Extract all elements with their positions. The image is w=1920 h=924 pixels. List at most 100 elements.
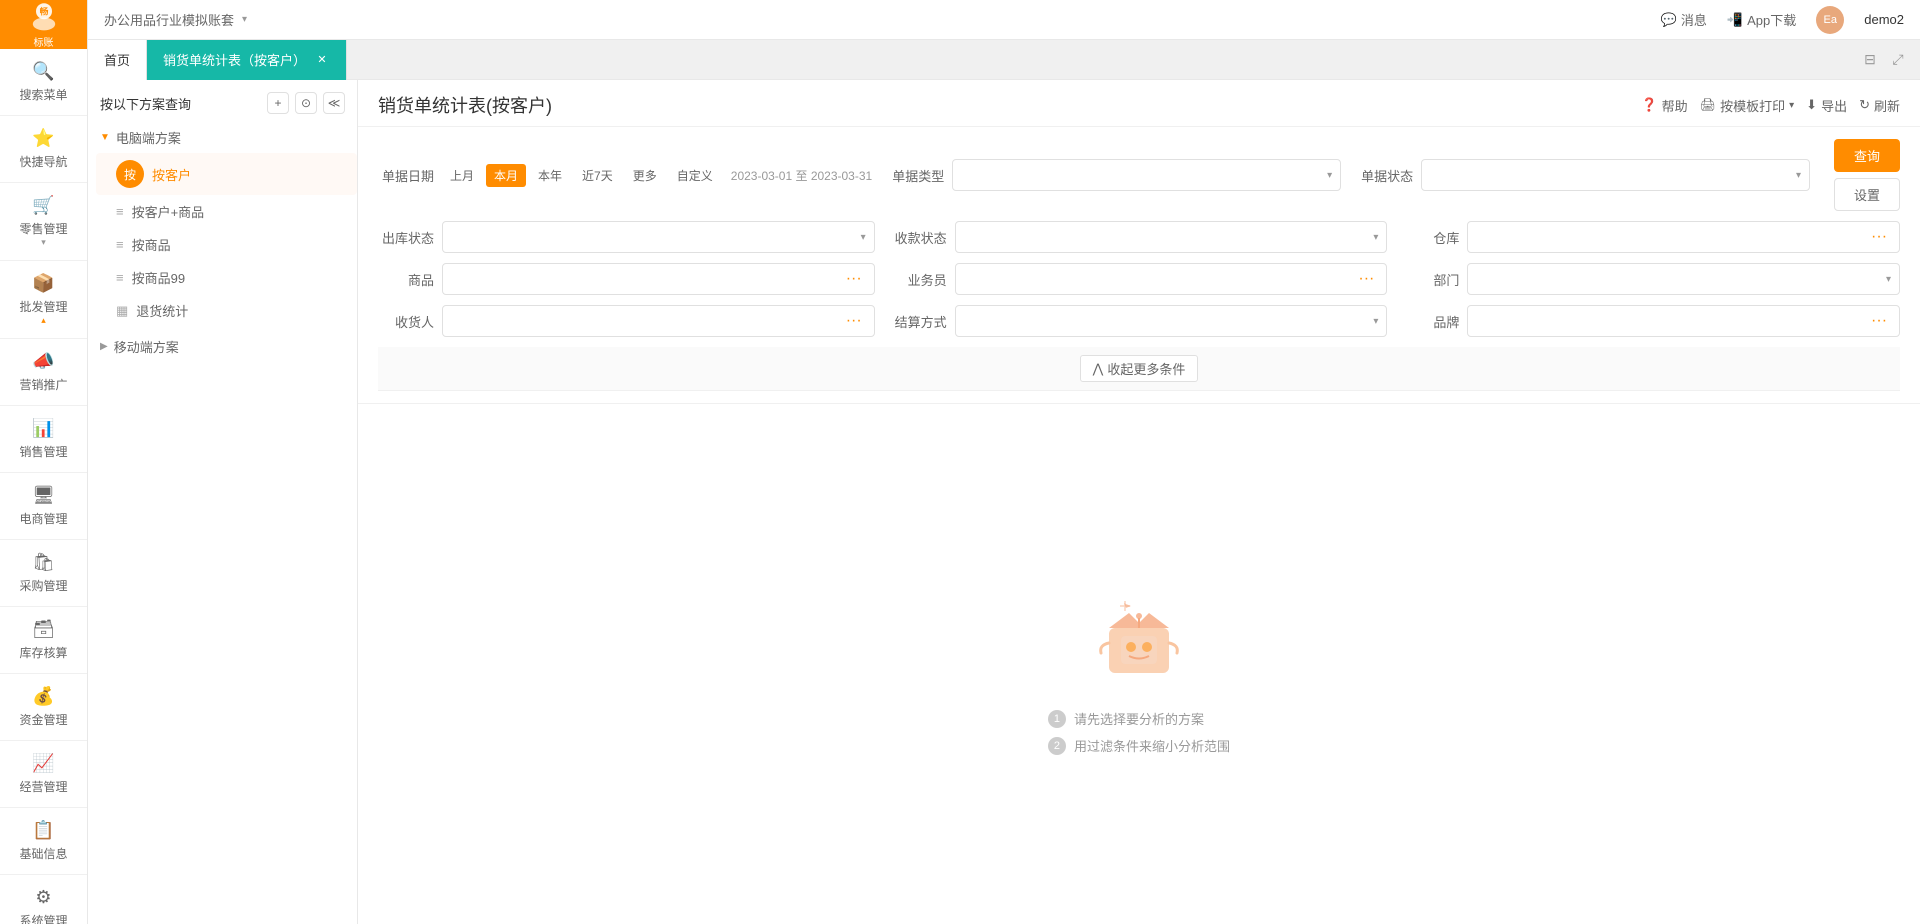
sidebar-item-inventory[interactable]: 🗃 库存核算 [0,607,88,674]
refresh-icon: ↻ [1859,97,1870,113]
minimize-button[interactable]: ⊟ [1860,50,1880,70]
sidebar-item-retail[interactable]: 🛒 零售管理 ▾ [0,183,88,261]
payment-method-select[interactable]: ▾ [955,305,1388,337]
sidebar-item-ecommerce[interactable]: 🖥 电商管理 [0,473,88,540]
sidebar-item-label-system: 系统管理 [19,912,67,924]
left-panel-actions: + ⊙ ≪ [267,92,345,114]
scheme-item-by-customer[interactable]: 按 按客户 [96,153,357,195]
empty-svg [1079,573,1199,693]
section-mobile-toggle[interactable]: ▶ 移动端方案 [88,331,357,362]
tab-home[interactable]: 首页 [88,40,147,80]
sidebar: 畅 标账 🔍 搜索菜单 ⭐ 快捷导航 🛒 零售管理 ▾ 📦 批发管理 ▴ 📣 营… [0,0,88,924]
brand-select[interactable]: ··· [1467,305,1900,337]
filter-row-1: 单据日期 上月 本月 本年 近7天 更多 自定义 2023-03-01 至 20… [378,139,1900,211]
export-icon: ⬇ [1806,97,1817,113]
scheme-settings-button[interactable]: ⊙ [295,92,317,114]
goods-dots[interactable]: ··· [842,270,866,288]
doc-type-select[interactable]: ▾ [952,159,1341,191]
sidebar-item-system[interactable]: ⚙ 系统管理 [0,875,88,924]
message-button[interactable]: 💬 消息 [1661,10,1707,29]
salesperson-select[interactable]: ··· [955,263,1388,295]
search-button[interactable]: 查询 [1834,139,1900,172]
scheme-item-by-goods[interactable]: ≡ 按商品 [96,228,357,261]
collapse-panel-button[interactable]: ≪ [323,92,345,114]
date-tab-7days[interactable]: 近7天 [574,164,621,187]
right-panel: 销货单统计表(按客户) ❓ 帮助 🖨 按模板打印 ▾ ⬇ 导出 [358,80,1920,924]
salesperson-dots[interactable]: ··· [1354,270,1378,288]
sidebar-item-search-menu[interactable]: 🔍 搜索菜单 [0,49,88,116]
scheme-section-desktop: ▼ 电脑端方案 按 按客户 ≡ 按客户+商品 [88,122,357,327]
sidebar-item-marketing[interactable]: 📣 营销推广 [0,339,88,406]
tab-sales-stat[interactable]: 销货单统计表（按客户） ✕ [147,40,347,80]
empty-tips: 1 请先选择要分析的方案 2 用过滤条件来缩小分析范围 [1048,709,1230,755]
scheme-item-by-customer-goods[interactable]: ≡ 按客户+商品 [96,195,357,228]
scheme-item-label-return: 退货统计 [136,301,188,320]
scheme-item-label-by-customer: 按客户 [152,165,191,184]
warehouse-select[interactable]: ··· [1467,221,1900,253]
out-status-select[interactable]: ▾ [442,221,875,253]
refresh-button[interactable]: ↻ 刷新 [1859,96,1900,115]
sidebar-item-basic-info[interactable]: 📋 基础信息 [0,808,88,875]
department-select[interactable]: ▾ [1467,263,1900,295]
finance-icon: 💰 [32,686,54,707]
section-desktop-toggle[interactable]: ▼ 电脑端方案 [88,122,357,153]
sidebar-item-quick-nav[interactable]: ⭐ 快捷导航 [0,116,88,183]
logo[interactable]: 畅 标账 [0,0,88,49]
date-tab-last-month[interactable]: 上月 [442,164,482,187]
empty-tip-1: 1 请先选择要分析的方案 [1048,709,1230,728]
content-area: 按以下方案查询 + ⊙ ≪ ▼ 电脑端方案 按 [88,80,1920,924]
doc-status-label: 单据状态 [1357,166,1413,185]
collapse-button[interactable]: ⋀ 收起更多条件 [1080,355,1199,382]
receipt-status-select[interactable]: ▾ [955,221,1388,253]
sidebar-item-wholesale[interactable]: 📦 批发管理 ▴ [0,261,88,339]
sidebar-item-sales[interactable]: 📊 销售管理 [0,406,88,473]
search-buttons: 查询 设置 [1834,139,1900,211]
date-label: 单据日期 [378,166,434,185]
tab-bar: 首页 销货单统计表（按客户） ✕ ⊟ ⤢ [88,40,1920,80]
department-label: 部门 [1403,270,1459,289]
maximize-button[interactable]: ⤢ [1888,50,1908,70]
receiver-dots[interactable]: ··· [842,312,866,330]
help-button[interactable]: ❓ 帮助 [1641,96,1687,115]
filter-date: 单据日期 上月 本月 本年 近7天 更多 自定义 2023-03-01 至 20… [378,164,872,187]
sidebar-item-label-retail: 零售管理 [19,220,67,237]
window-controls: ⊟ ⤢ [1860,50,1920,70]
date-tab-custom[interactable]: 自定义 [669,164,721,187]
message-icon: 💬 [1661,12,1677,28]
sidebar-item-purchase[interactable]: 🛍 采购管理 [0,540,88,607]
brand-dots[interactable]: ··· [1867,312,1891,330]
doc-status-select[interactable]: ▾ [1421,159,1810,191]
industry-dropdown-icon[interactable]: ▾ [242,14,247,25]
scheme-item-return-stat[interactable]: ▦ 退货统计 [96,294,357,327]
sidebar-item-finance[interactable]: 💰 资金管理 [0,674,88,741]
tab-close-button[interactable]: ✕ [314,52,330,68]
sidebar-item-label-marketing: 营销推广 [19,376,67,393]
breadcrumb: 办公用品行业模拟账套 [104,10,234,29]
filter-warehouse: 仓库 ··· [1403,221,1900,253]
date-tab-more[interactable]: 更多 [625,164,665,187]
print-button[interactable]: 🖨 按模板打印 ▾ [1700,96,1795,115]
date-tab-this-month[interactable]: 本月 [486,164,526,187]
settings-button[interactable]: 设置 [1834,178,1900,211]
basic-info-icon: 📋 [32,820,54,841]
tip-num-1: 1 [1048,710,1066,728]
warehouse-dots[interactable]: ··· [1867,228,1891,246]
date-tabs: 上月 本月 本年 近7天 更多 自定义 [442,164,721,187]
date-tab-this-year[interactable]: 本年 [530,164,570,187]
scheme-item-by-goods-99[interactable]: ≡ 按商品99 [96,261,357,294]
app-download-button[interactable]: 📲 App下载 [1727,10,1796,29]
user-avatar[interactable]: Ea [1816,6,1844,34]
receiver-select[interactable]: ··· [442,305,875,337]
scheme-items-desktop: 按 按客户 ≡ 按客户+商品 ≡ 按商品 [88,153,357,327]
tip-num-2: 2 [1048,737,1066,755]
add-scheme-button[interactable]: + [267,92,289,114]
filter-doc-status: 单据状态 ▾ [1357,159,1810,191]
sidebar-item-operations[interactable]: 📈 经营管理 [0,741,88,808]
left-panel-title: 按以下方案查询 [100,94,191,113]
sidebar-item-label-search: 搜索菜单 [19,86,67,103]
export-button[interactable]: ⬇ 导出 [1806,96,1847,115]
collapse-bar[interactable]: ⋀ 收起更多条件 [378,347,1900,391]
user-name[interactable]: demo2 [1864,12,1904,27]
goods-select[interactable]: ··· [442,263,875,295]
doc-status-arrow: ▾ [1796,170,1801,181]
